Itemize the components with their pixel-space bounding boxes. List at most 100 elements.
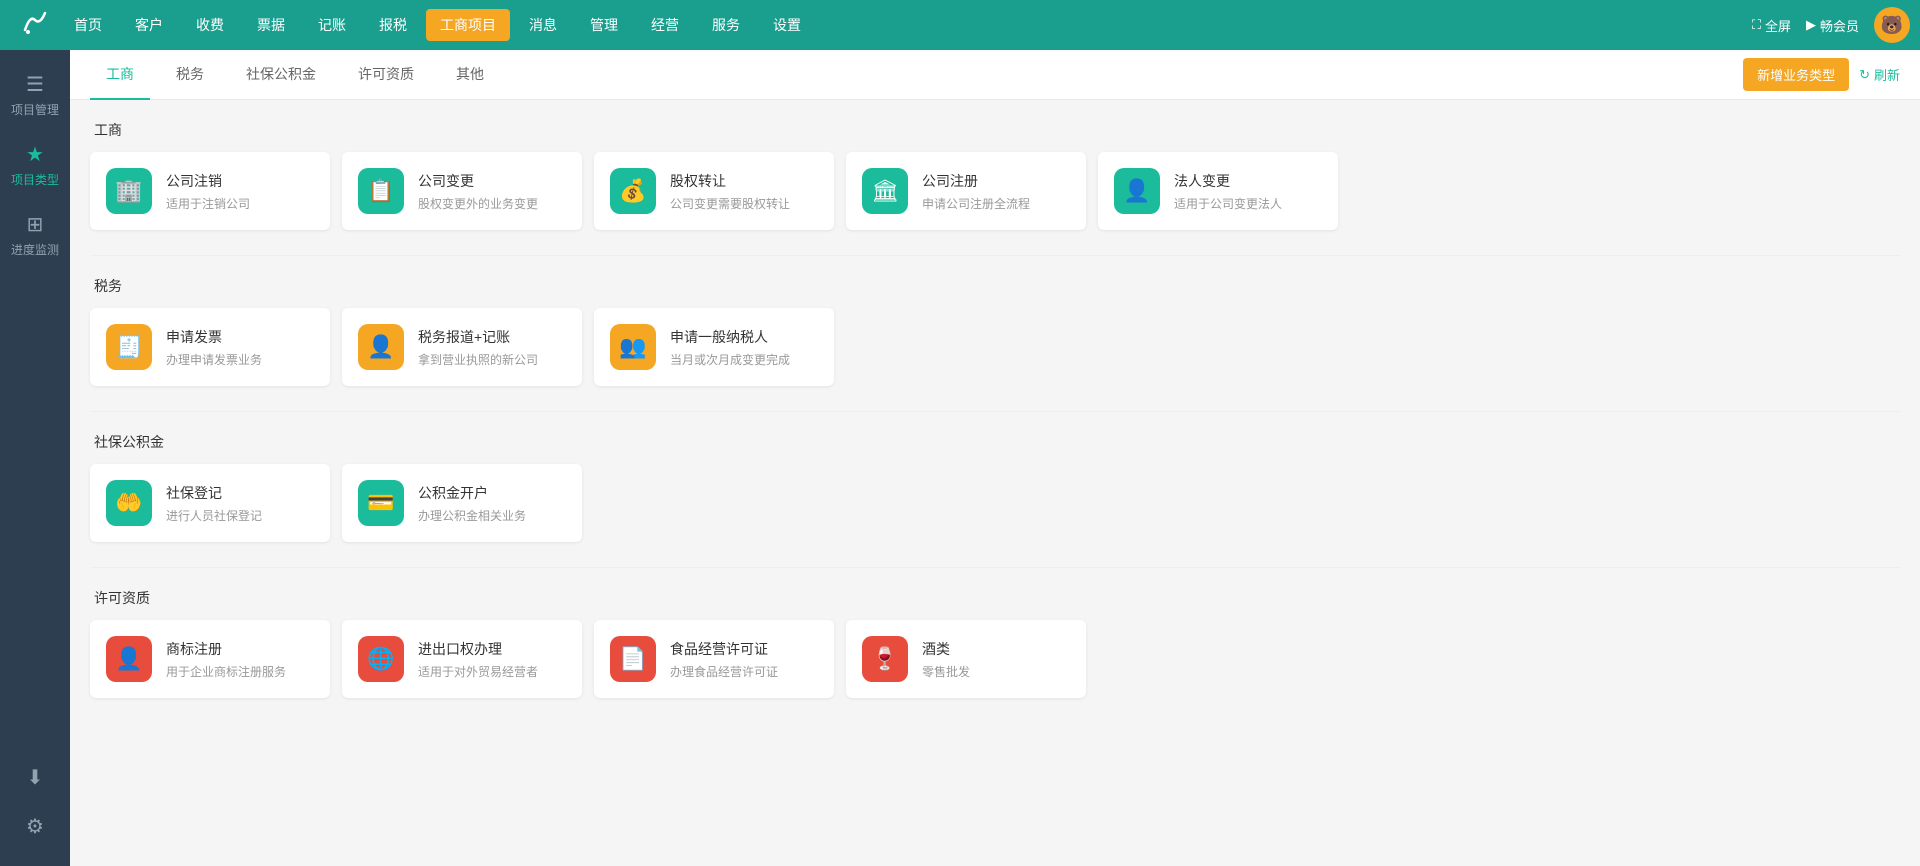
nav-item-首页[interactable]: 首页 <box>60 9 116 41</box>
section-title-3: 许可资质 <box>90 588 1900 608</box>
nav-item-设置[interactable]: 设置 <box>759 9 815 41</box>
section-divider <box>90 567 1900 568</box>
card-title: 酒类 <box>922 639 970 659</box>
card-icon: 👤 <box>358 324 404 370</box>
nav-item-服务[interactable]: 服务 <box>698 9 754 41</box>
card-title: 社保登记 <box>166 483 262 503</box>
top-nav: 首页客户收费票据记账报税工商项目消息管理经营服务设置 ⛶ 全屏 ▶ 畅会员 🐻 <box>0 0 1920 50</box>
tab-item-社保公积金[interactable]: 社保公积金 <box>230 50 332 100</box>
sidebar: ☰项目管理★项目类型⊞进度监测 ⬇ ⚙ <box>0 50 70 866</box>
nav-items: 首页客户收费票据记账报税工商项目消息管理经营服务设置 <box>60 9 1752 41</box>
sidebar-bottom-item[interactable]: ⬇ <box>0 753 70 802</box>
sidebar-item-项目类型[interactable]: ★项目类型 <box>0 130 70 200</box>
sidebar-bottom-icon: ⬇ <box>27 765 44 790</box>
card-icon: 📋 <box>358 168 404 214</box>
fullscreen-icon: ⛶ <box>1752 17 1761 33</box>
card-title: 税务报道+记账 <box>418 327 538 347</box>
card-0-2[interactable]: 💰股权转让公司变更需要股权转让 <box>594 152 834 230</box>
card-text: 公司注销适用于注销公司 <box>166 171 250 212</box>
card-1-2[interactable]: 👥申请一般纳税人当月或次月成变更完成 <box>594 308 834 386</box>
card-desc: 股权变更外的业务变更 <box>418 195 538 212</box>
nav-item-票据[interactable]: 票据 <box>243 9 299 41</box>
card-3-2[interactable]: 📄 食品经营许可证办理食品经营许可证 <box>594 620 834 698</box>
card-desc: 零售批发 <box>922 663 970 680</box>
card-0-0[interactable]: 🏢 公司注销适用于注销公司 <box>90 152 330 230</box>
card-icon: 🧾 <box>106 324 152 370</box>
card-icon: 📄 <box>610 636 656 682</box>
card-text: 公司注册申请公司注册全流程 <box>922 171 1030 212</box>
card-1-0[interactable]: 🧾申请发票办理申请发票业务 <box>90 308 330 386</box>
card-icon: 💳 <box>358 480 404 526</box>
card-icon: 👤 <box>106 636 152 682</box>
card-desc: 办理申请发票业务 <box>166 351 262 368</box>
tab-item-其他[interactable]: 其他 <box>440 50 500 100</box>
nav-item-报税[interactable]: 报税 <box>365 9 421 41</box>
nav-item-工商项目[interactable]: 工商项目 <box>426 9 510 41</box>
tab-bar: 工商税务社保公积金许可资质其他 新增业务类型 ↻ 刷新 <box>70 50 1920 100</box>
card-desc: 办理公积金相关业务 <box>418 507 526 524</box>
card-2-1[interactable]: 💳 公积金开户办理公积金相关业务 <box>342 464 582 542</box>
sidebar-bottom-icon: ⚙ <box>26 814 44 839</box>
tab-item-许可资质[interactable]: 许可资质 <box>342 50 430 100</box>
vip-button[interactable]: ▶ 畅会员 <box>1806 16 1859 35</box>
card-desc: 办理食品经营许可证 <box>670 663 778 680</box>
card-desc: 进行人员社保登记 <box>166 507 262 524</box>
card-0-1[interactable]: 📋 公司变更股权变更外的业务变更 <box>342 152 582 230</box>
card-desc: 适用于注销公司 <box>166 195 250 212</box>
card-text: 酒类零售批发 <box>922 639 970 680</box>
card-title: 公司变更 <box>418 171 538 191</box>
sidebar-item-项目管理[interactable]: ☰项目管理 <box>0 60 70 130</box>
vip-icon: ▶ <box>1806 17 1816 33</box>
card-desc: 适用于公司变更法人 <box>1174 195 1282 212</box>
cards-grid-0: 🏢公司注销适用于注销公司📋公司变更股权变更外的业务变更💰股权转让公司变更需要股权… <box>90 152 1900 230</box>
card-text: 股权转让公司变更需要股权转让 <box>670 171 790 212</box>
sidebar-bottom-item[interactable]: ⚙ <box>0 802 70 851</box>
card-title: 公司注销 <box>166 171 250 191</box>
new-type-button[interactable]: 新增业务类型 <box>1743 58 1849 91</box>
nav-item-消息[interactable]: 消息 <box>515 9 571 41</box>
tab-actions: 新增业务类型 ↻ 刷新 <box>1743 58 1900 91</box>
card-title: 公积金开户 <box>418 483 526 503</box>
section-title-1: 税务 <box>90 276 1900 296</box>
nav-item-经营[interactable]: 经营 <box>637 9 693 41</box>
nav-item-管理[interactable]: 管理 <box>576 9 632 41</box>
card-title: 股权转让 <box>670 171 790 191</box>
sidebar-item-进度监测[interactable]: ⊞进度监测 <box>0 200 70 270</box>
card-1-1[interactable]: 👤 税务报道+记账拿到营业执照的新公司 <box>342 308 582 386</box>
card-icon: 🌐 <box>358 636 404 682</box>
section-divider <box>90 255 1900 256</box>
card-desc: 拿到营业执照的新公司 <box>418 351 538 368</box>
cards-grid-3: 👤商标注册用于企业商标注册服务🌐进出口权办理适用于对外贸易经营者 📄 食品经营许可证… <box>90 620 1900 698</box>
card-icon: 🍷 <box>862 636 908 682</box>
mascot-avatar[interactable]: 🐻 <box>1874 7 1910 43</box>
content-area: 工商税务社保公积金许可资质其他 新增业务类型 ↻ 刷新 工商🏢公司注销适用于注销… <box>70 50 1920 866</box>
fullscreen-button[interactable]: ⛶ 全屏 <box>1752 16 1791 35</box>
card-title: 法人变更 <box>1174 171 1282 191</box>
refresh-button[interactable]: ↻ 刷新 <box>1859 65 1900 84</box>
card-icon: 🏢 <box>106 168 152 214</box>
card-text: 食品经营许可证办理食品经营许可证 <box>670 639 778 680</box>
card-desc: 公司变更需要股权转让 <box>670 195 790 212</box>
card-desc: 适用于对外贸易经营者 <box>418 663 538 680</box>
content-scroll: 工商🏢公司注销适用于注销公司📋公司变更股权变更外的业务变更💰股权转让公司变更需要… <box>70 100 1920 866</box>
card-3-0[interactable]: 👤商标注册用于企业商标注册服务 <box>90 620 330 698</box>
card-3-3[interactable]: 🍷 酒类零售批发 <box>846 620 1086 698</box>
card-0-3[interactable]: 🏛公司注册申请公司注册全流程 <box>846 152 1086 230</box>
card-title: 申请一般纳税人 <box>670 327 790 347</box>
nav-item-收费[interactable]: 收费 <box>182 9 238 41</box>
card-2-0[interactable]: 🤲社保登记进行人员社保登记 <box>90 464 330 542</box>
nav-item-客户[interactable]: 客户 <box>121 9 177 41</box>
card-0-4[interactable]: 👤法人变更适用于公司变更法人 <box>1098 152 1338 230</box>
nav-item-记账[interactable]: 记账 <box>304 9 360 41</box>
cards-grid-1: 🧾申请发票办理申请发票业务 👤 税务报道+记账拿到营业执照的新公司 👥申请一般纳税人当… <box>90 308 1900 386</box>
nav-right: ⛶ 全屏 ▶ 畅会员 🐻 <box>1752 7 1910 43</box>
card-desc: 申请公司注册全流程 <box>922 195 1030 212</box>
logo <box>10 10 60 40</box>
card-3-1[interactable]: 🌐进出口权办理适用于对外贸易经营者 <box>342 620 582 698</box>
section-title-0: 工商 <box>90 120 1900 140</box>
card-text: 法人变更适用于公司变更法人 <box>1174 171 1282 212</box>
card-title: 食品经营许可证 <box>670 639 778 659</box>
tab-item-工商[interactable]: 工商 <box>90 50 150 100</box>
card-text: 公司变更股权变更外的业务变更 <box>418 171 538 212</box>
tab-item-税务[interactable]: 税务 <box>160 50 220 100</box>
